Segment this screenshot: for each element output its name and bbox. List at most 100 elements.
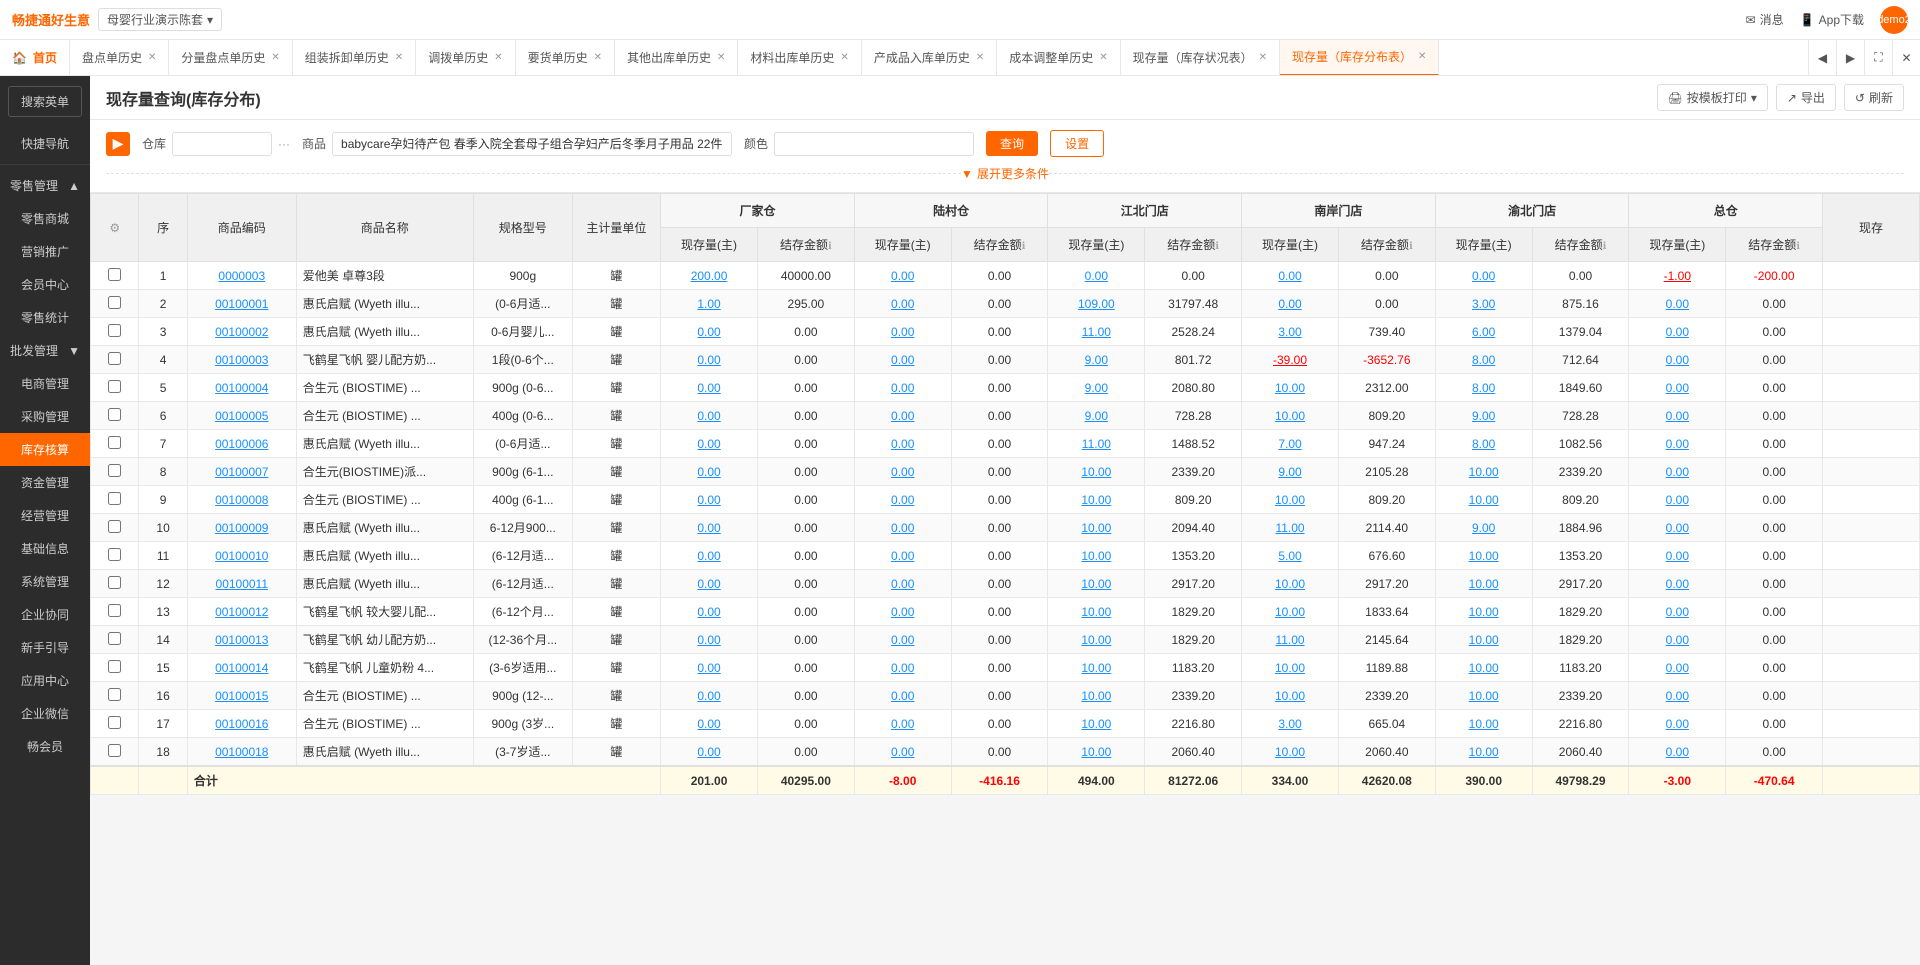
table-cell[interactable]: 10.00 [1242,486,1339,514]
sidebar-item-operation[interactable]: 经营管理 [0,499,90,532]
tab-transfer[interactable]: 调拨单历史 ✕ [416,40,515,76]
table-cell[interactable]: 10.00 [1048,598,1145,626]
table-cell[interactable]: 10.00 [1242,682,1339,710]
table-cell[interactable]: 10.00 [1435,598,1532,626]
table-cell[interactable]: 9.00 [1048,402,1145,430]
table-cell[interactable]: 5.00 [1242,542,1339,570]
table-cell[interactable]: 10.00 [1048,682,1145,710]
table-cell[interactable]: 0.00 [854,570,951,598]
table-cell[interactable]: 9.00 [1048,346,1145,374]
table-cell[interactable]: 9.00 [1242,458,1339,486]
table-cell[interactable]: 10.00 [1435,654,1532,682]
table-cell[interactable]: 0.00 [1629,598,1726,626]
row-checkbox[interactable] [108,716,121,729]
row-checkbox-cell[interactable] [91,514,139,542]
table-cell[interactable]: 10.00 [1048,570,1145,598]
row-checkbox[interactable] [108,632,121,645]
tab-inventory[interactable]: 盘点单历史 ✕ [70,40,169,76]
table-cell[interactable]: 0.00 [661,542,758,570]
tab-assembly[interactable]: 组装拆卸单历史 ✕ [293,40,416,76]
table-cell[interactable]: 0.00 [854,262,951,290]
sidebar-item-marketing[interactable]: 营销推广 [0,235,90,268]
row-checkbox[interactable] [108,744,121,757]
table-cell[interactable]: 0.00 [854,598,951,626]
table-cell[interactable]: 9.00 [1435,514,1532,542]
sidebar-item-purchase[interactable]: 采购管理 [0,400,90,433]
row-checkbox[interactable] [108,688,121,701]
table-cell[interactable]: 10.00 [1048,654,1145,682]
table-cell[interactable]: 10.00 [1048,514,1145,542]
color-input[interactable] [774,132,974,156]
refresh-btn[interactable]: ↺ 刷新 [1844,84,1904,111]
table-cell[interactable]: 0.00 [1629,402,1726,430]
table-cell[interactable]: 0.00 [1629,738,1726,767]
table-cell[interactable]: 0.00 [854,710,951,738]
filter-toggle-btn[interactable]: ▶ [106,132,130,156]
table-cell[interactable]: 0.00 [854,430,951,458]
avatar[interactable]: demo2 [1880,6,1908,34]
table-cell[interactable]: 0.00 [661,710,758,738]
table-cell[interactable]: 0.00 [661,374,758,402]
message-btn[interactable]: ✉ 消息 [1746,11,1784,28]
search-button[interactable]: 搜索英单 [8,86,82,117]
table-cell[interactable]: 9.00 [1048,374,1145,402]
table-cell[interactable]: 0.00 [1629,626,1726,654]
table-cell[interactable]: 0.00 [661,654,758,682]
sidebar-item-member[interactable]: 会员中心 [0,268,90,301]
table-cell[interactable]: 0.00 [854,346,951,374]
table-cell[interactable]: 0.00 [661,738,758,767]
table-cell[interactable]: 0.00 [661,318,758,346]
table-cell[interactable]: -39.00 [1242,346,1339,374]
table-cell[interactable]: 109.00 [1048,290,1145,318]
export-btn[interactable]: ↗ 导出 [1776,84,1836,111]
table-cell[interactable]: 0.00 [854,486,951,514]
table-cell[interactable]: 10.00 [1242,374,1339,402]
expand-more-btn[interactable]: ▼ 展开更多条件 [961,165,1049,182]
table-cell[interactable]: 0.00 [1629,514,1726,542]
row-checkbox[interactable] [108,380,121,393]
table-cell[interactable]: 0.00 [1629,542,1726,570]
table-cell[interactable]: 1.00 [661,290,758,318]
row-checkbox[interactable] [108,296,121,309]
table-cell[interactable]: 10.00 [1242,570,1339,598]
table-cell[interactable]: 10.00 [1048,486,1145,514]
row-checkbox-cell[interactable] [91,318,139,346]
table-cell[interactable]: 10.00 [1242,598,1339,626]
sidebar-item-enterprise[interactable]: 企业协同 [0,598,90,631]
table-container[interactable]: ⚙ 序 商品编码 商品名称 规格型号 主计量单位 厂家仓 陆村仓 江北门店 南岸… [90,193,1920,965]
nav-prev-btn[interactable]: ◀ [1808,40,1836,76]
row-checkbox[interactable] [108,268,121,281]
sidebar-item-retail-mgmt[interactable]: 零售管理 ▲ [0,169,90,202]
row-checkbox-cell[interactable] [91,570,139,598]
row-checkbox-cell[interactable] [91,486,139,514]
row-checkbox[interactable] [108,604,121,617]
row-checkbox-cell[interactable] [91,262,139,290]
table-cell[interactable]: 0.00 [854,542,951,570]
table-cell[interactable]: 0.00 [661,458,758,486]
sidebar-item-member2[interactable]: 畅会员 [0,730,90,763]
tab-requisition[interactable]: 要货单历史 ✕ [516,40,615,76]
table-cell[interactable]: 0.00 [1629,682,1726,710]
table-cell[interactable]: 10.00 [1242,654,1339,682]
tab-other-out[interactable]: 其他出库单历史 ✕ [615,40,738,76]
table-cell[interactable]: 3.00 [1435,290,1532,318]
tab-close-transfer[interactable]: ✕ [494,52,502,63]
table-cell[interactable]: 0.00 [1629,570,1726,598]
table-cell[interactable]: 8.00 [1435,346,1532,374]
tab-product-in[interactable]: 产成品入库单历史 ✕ [862,40,997,76]
sidebar-item-finance[interactable]: 资金管理 [0,466,90,499]
table-cell[interactable]: 7.00 [1242,430,1339,458]
row-checkbox-cell[interactable] [91,626,139,654]
sidebar-item-retail-stats[interactable]: 零售统计 [0,301,90,334]
table-cell[interactable]: 0.00 [1629,458,1726,486]
row-checkbox[interactable] [108,436,121,449]
goods-input[interactable] [332,132,732,156]
table-cell[interactable]: 10.00 [1435,710,1532,738]
row-checkbox-cell[interactable] [91,598,139,626]
tab-stock-dist[interactable]: 现存量（库存分布表） ✕ [1280,40,1439,76]
table-cell[interactable]: 0.00 [1435,262,1532,290]
table-cell[interactable]: 10.00 [1435,738,1532,767]
table-cell[interactable]: 8.00 [1435,374,1532,402]
tab-close-stock-dist[interactable]: ✕ [1418,51,1426,62]
table-cell[interactable]: 10.00 [1435,682,1532,710]
